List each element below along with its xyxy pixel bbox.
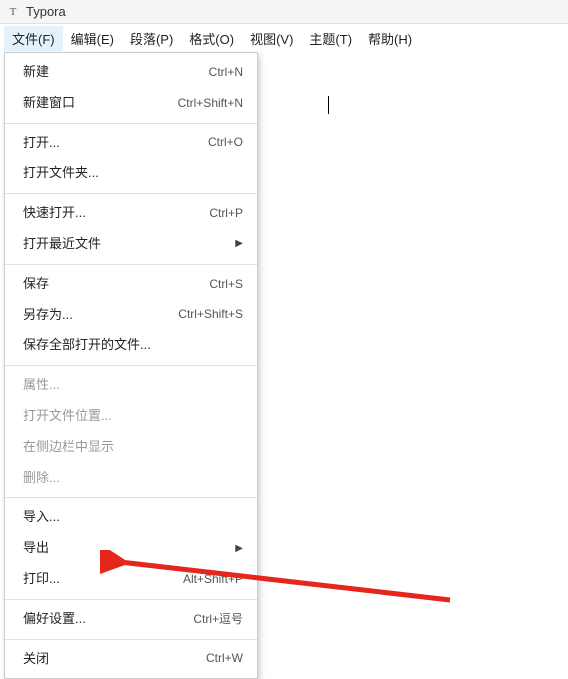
menu-item-open-file-location: 打开文件位置... [5,401,257,432]
menubar-item-view[interactable]: 视图(V) [242,26,301,51]
menu-item-label: 在侧边栏中显示 [23,437,114,458]
menubar: 文件(F) 编辑(E) 段落(P) 格式(O) 视图(V) 主题(T) 帮助(H… [0,24,568,52]
menu-item-reveal-in-sidebar: 在侧边栏中显示 [5,432,257,463]
menu-item-label: 删除... [23,468,60,489]
menu-item-label: 关闭 [23,649,49,670]
menu-item-save-as[interactable]: 另存为... Ctrl+Shift+S [5,300,257,331]
menu-item-save-all[interactable]: 保存全部打开的文件... [5,330,257,361]
menu-item-open-folder[interactable]: 打开文件夹... [5,158,257,189]
menu-item-shortcut: Ctrl+W [206,649,243,668]
menubar-item-file[interactable]: 文件(F) [4,26,63,51]
menu-item-properties: 属性... [5,370,257,401]
menu-item-label: 导入... [23,507,60,528]
menu-item-new[interactable]: 新建 Ctrl+N [5,57,257,88]
titlebar: T Typora [0,0,568,24]
menubar-item-help[interactable]: 帮助(H) [360,26,420,51]
menu-item-label: 导出 [23,538,49,559]
menu-item-shortcut: Ctrl+O [208,133,243,152]
menu-item-label: 快速打开... [23,203,86,224]
text-cursor [328,96,329,114]
chevron-right-icon: ▶ [235,236,243,252]
menu-separator [5,639,257,640]
menu-item-label: 新建窗口 [23,93,75,114]
menu-item-new-window[interactable]: 新建窗口 Ctrl+Shift+N [5,88,257,119]
app-title: Typora [26,4,66,19]
menu-item-open[interactable]: 打开... Ctrl+O [5,128,257,159]
menu-item-label: 新建 [23,62,49,83]
menu-item-quick-open[interactable]: 快速打开... Ctrl+P [5,198,257,229]
menu-separator [5,365,257,366]
menu-item-shortcut: Ctrl+N [209,63,243,82]
menu-item-label: 偏好设置... [23,609,86,630]
menu-item-label: 保存 [23,274,49,295]
menu-separator [5,264,257,265]
menu-item-open-recent[interactable]: 打开最近文件 ▶ [5,229,257,260]
menu-separator [5,193,257,194]
menu-item-shortcut: Alt+Shift+P [183,570,243,589]
menu-item-shortcut: Ctrl+Shift+N [178,94,243,113]
menubar-item-paragraph[interactable]: 段落(P) [122,26,181,51]
menu-item-export[interactable]: 导出 ▶ [5,533,257,564]
menu-item-shortcut: Ctrl+S [209,275,243,294]
menu-item-label: 另存为... [23,305,73,326]
menu-separator [5,599,257,600]
menu-item-label: 属性... [23,375,60,396]
menu-separator [5,497,257,498]
menu-item-save[interactable]: 保存 Ctrl+S [5,269,257,300]
menu-item-label: 打印... [23,569,60,590]
menu-item-delete: 删除... [5,463,257,494]
menu-item-import[interactable]: 导入... [5,502,257,533]
menu-item-close[interactable]: 关闭 Ctrl+W [5,644,257,675]
menu-item-label: 打开最近文件 [23,234,101,255]
menu-item-label: 保存全部打开的文件... [23,335,151,356]
menu-item-shortcut: Ctrl+P [209,204,243,223]
menu-item-shortcut: Ctrl+逗号 [193,610,243,629]
menu-item-label: 打开文件夹... [23,163,99,184]
menu-item-label: 打开文件位置... [23,406,112,427]
menu-separator [5,123,257,124]
menu-item-preferences[interactable]: 偏好设置... Ctrl+逗号 [5,604,257,635]
menubar-item-edit[interactable]: 编辑(E) [63,26,122,51]
menu-item-print[interactable]: 打印... Alt+Shift+P [5,564,257,595]
menu-item-shortcut: Ctrl+Shift+S [178,305,243,324]
app-icon: T [6,5,20,19]
menubar-item-format[interactable]: 格式(O) [181,26,242,51]
file-dropdown: 新建 Ctrl+N 新建窗口 Ctrl+Shift+N 打开... Ctrl+O… [4,52,258,679]
chevron-right-icon: ▶ [235,541,243,557]
menubar-item-theme[interactable]: 主题(T) [301,26,360,51]
menu-item-label: 打开... [23,133,60,154]
